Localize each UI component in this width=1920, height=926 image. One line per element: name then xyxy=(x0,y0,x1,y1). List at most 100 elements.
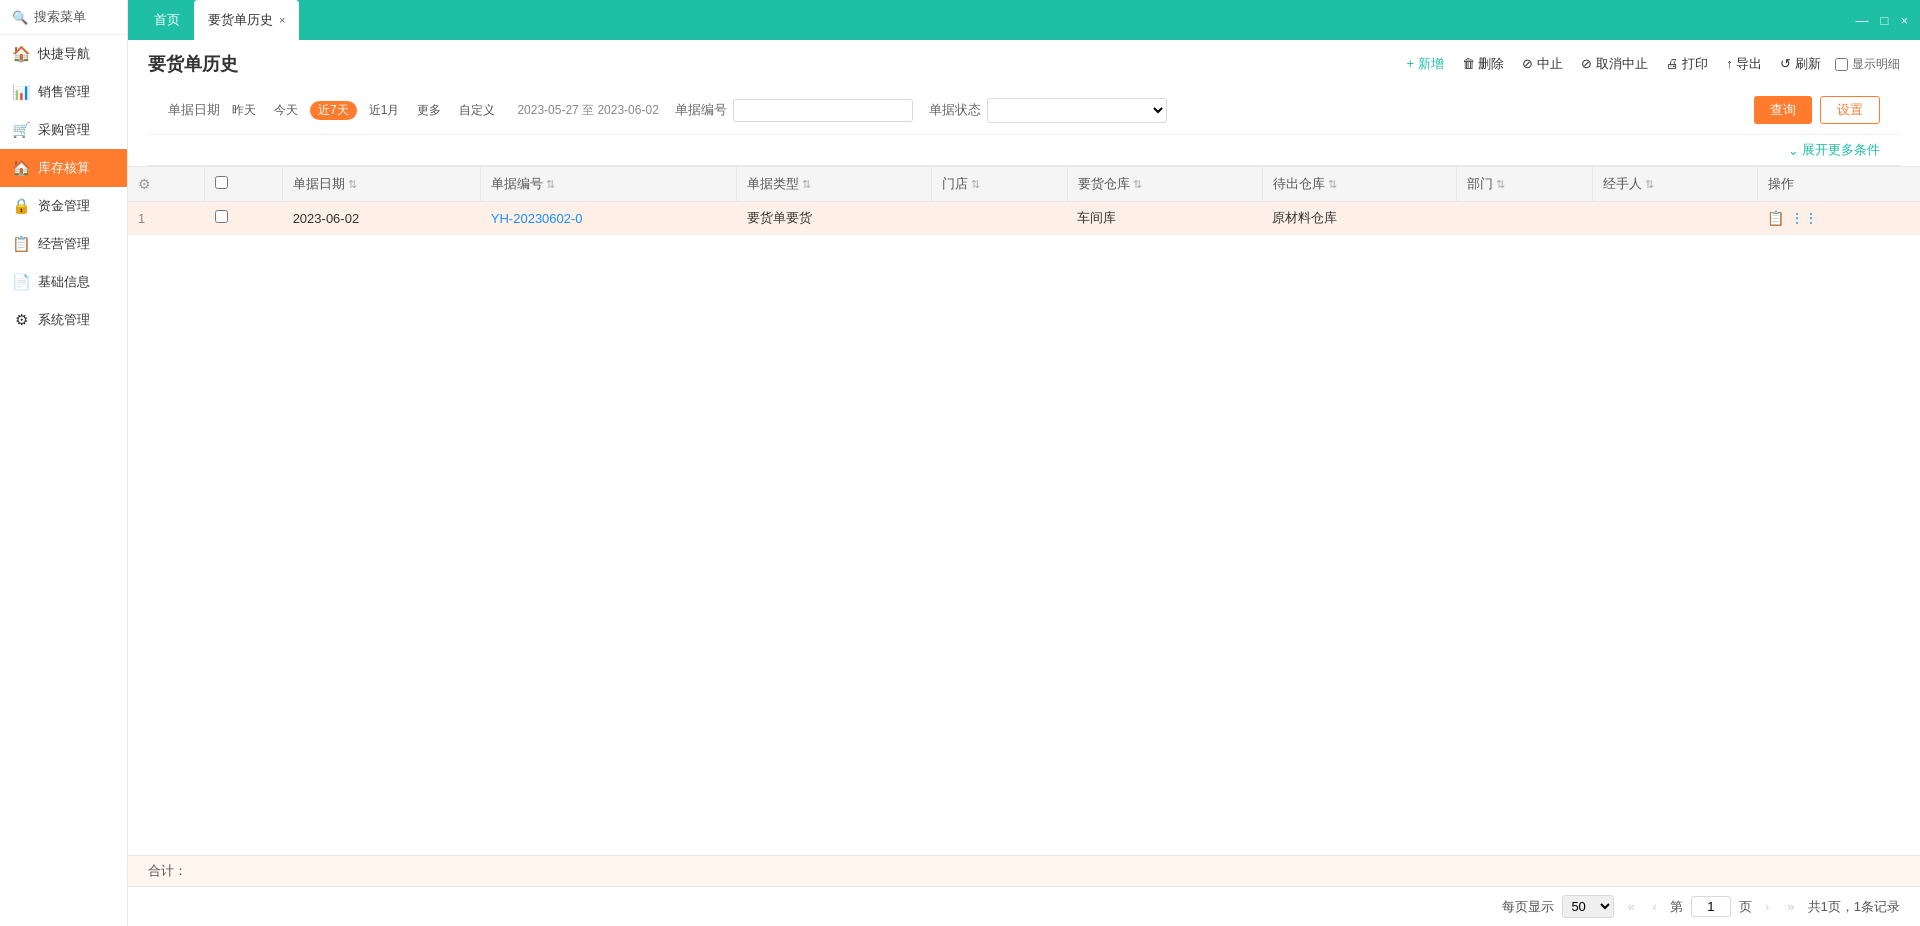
data-table: ⚙ 单据日期 单据编号 单据类型 门店 要货仓库 待出仓库 部门 经手人 操作 xyxy=(128,167,1920,235)
row-actions: 📋 ⋮⋮ xyxy=(1757,202,1920,235)
row-department xyxy=(1457,202,1592,235)
docnum-filter-group: 单据编号 xyxy=(675,99,913,122)
row-store xyxy=(932,202,1067,235)
tab-history-label: 要货单历史 xyxy=(208,11,273,29)
select-all-checkbox[interactable] xyxy=(215,176,228,189)
chevron-down-icon: ⌄ xyxy=(1788,143,1799,158)
page-title: 要货单历史 xyxy=(148,52,238,76)
inventory-icon: 🏠 xyxy=(12,159,30,177)
sidebar-item-basic-info[interactable]: 📄 基础信息 xyxy=(0,263,127,301)
show-detail-label: 显示明细 xyxy=(1852,56,1900,73)
show-detail-input[interactable] xyxy=(1835,58,1848,71)
date-filter-label: 单据日期 xyxy=(168,101,220,119)
stop-button[interactable]: ⊘ 中止 xyxy=(1518,53,1567,75)
export-button[interactable]: ↑ 导出 xyxy=(1722,53,1766,75)
purchase-icon: 🛒 xyxy=(12,121,30,139)
expand-label: 展开更多条件 xyxy=(1802,141,1880,159)
table-row[interactable]: 1 2023-06-02 YH-20230602-0 要货单要货 车间库 原材料… xyxy=(128,202,1920,235)
col-store[interactable]: 门店 xyxy=(932,167,1067,202)
cancel-stop-button[interactable]: ⊘ 取消中止 xyxy=(1577,53,1652,75)
sidebar-item-quick-nav[interactable]: 🏠 快捷导航 xyxy=(0,35,127,73)
window-maximize-icon[interactable]: □ xyxy=(1881,13,1889,28)
row-more-icon[interactable]: ⋮⋮ xyxy=(1790,210,1818,226)
topbar-right: — □ × xyxy=(1856,13,1908,28)
col-settings[interactable]: ⚙ xyxy=(128,167,205,202)
col-department[interactable]: 部门 xyxy=(1457,167,1592,202)
tab-home[interactable]: 首页 xyxy=(140,0,194,40)
last-page-button[interactable]: » xyxy=(1782,897,1799,916)
sidebar-label-basic-info: 基础信息 xyxy=(38,273,90,291)
row-index: 1 xyxy=(128,202,205,235)
tab-close-icon[interactable]: × xyxy=(279,14,285,26)
sidebar: 🔍 搜索菜单 🏠 快捷导航 📊 销售管理 🛒 采购管理 🏠 库存核算 🔒 资金管… xyxy=(0,0,128,926)
prev-page-button[interactable]: ‹ xyxy=(1648,897,1662,916)
delete-button[interactable]: 🗑 删除 xyxy=(1458,53,1509,75)
date-range-display: 2023-05-27 至 2023-06-02 xyxy=(517,102,658,119)
tab-home-label: 首页 xyxy=(154,11,180,29)
row-edit-icon[interactable]: 📋 xyxy=(1767,210,1784,226)
add-button[interactable]: + 新增 xyxy=(1403,53,1448,75)
col-doctype[interactable]: 单据类型 xyxy=(737,167,932,202)
date-btn-custom[interactable]: 自定义 xyxy=(453,101,501,120)
expand-button[interactable]: ⌄ 展开更多条件 xyxy=(1788,141,1880,159)
col-date[interactable]: 单据日期 xyxy=(283,167,481,202)
filter-row: 单据日期 昨天 今天 近7天 近1月 更多 自定义 2023-05-27 至 2… xyxy=(148,86,1900,135)
col-handler[interactable]: 经手人 xyxy=(1592,167,1757,202)
sidebar-search[interactable]: 🔍 搜索菜单 xyxy=(0,0,127,35)
next-page-button[interactable]: › xyxy=(1760,897,1774,916)
window-minimize-icon[interactable]: — xyxy=(1856,13,1869,28)
row-date: 2023-06-02 xyxy=(283,202,481,235)
sidebar-label-purchase: 采购管理 xyxy=(38,121,90,139)
sidebar-label-quick-nav: 快捷导航 xyxy=(38,45,90,63)
docnum-input[interactable] xyxy=(733,99,913,122)
col-pending-warehouse[interactable]: 待出仓库 xyxy=(1262,167,1457,202)
col-docnum[interactable]: 单据编号 xyxy=(481,167,737,202)
sidebar-label-sales: 销售管理 xyxy=(38,83,90,101)
system-icon: ⚙ xyxy=(12,311,30,329)
per-page-select[interactable]: 50 100 xyxy=(1562,895,1614,918)
status-select[interactable] xyxy=(987,98,1167,123)
print-button[interactable]: 🖨 打印 xyxy=(1662,53,1713,75)
sidebar-item-purchase[interactable]: 🛒 采购管理 xyxy=(0,111,127,149)
date-btn-today[interactable]: 今天 xyxy=(268,101,304,120)
per-page-label: 每页显示 xyxy=(1502,898,1554,916)
page-suffix-label: 页 xyxy=(1739,898,1752,916)
row-doctype: 要货单要货 xyxy=(737,202,932,235)
sidebar-label-inventory: 库存核算 xyxy=(38,159,90,177)
sidebar-item-sales[interactable]: 📊 销售管理 xyxy=(0,73,127,111)
date-filter-group: 单据日期 昨天 今天 近7天 近1月 更多 自定义 xyxy=(168,101,501,120)
sidebar-search-label: 搜索菜单 xyxy=(34,8,86,26)
total-label: 合计： xyxy=(148,862,187,880)
date-btn-yesterday[interactable]: 昨天 xyxy=(226,101,262,120)
table-area: ⚙ 单据日期 单据编号 单据类型 门店 要货仓库 待出仓库 部门 经手人 操作 xyxy=(128,167,1920,855)
query-button[interactable]: 查询 xyxy=(1754,96,1812,124)
sidebar-item-operations[interactable]: 📋 经营管理 xyxy=(0,225,127,263)
window-close-icon[interactable]: × xyxy=(1900,13,1908,28)
date-btn-7days[interactable]: 近7天 xyxy=(310,101,357,120)
sidebar-item-system[interactable]: ⚙ 系统管理 xyxy=(0,301,127,339)
sidebar-item-finance[interactable]: 🔒 资金管理 xyxy=(0,187,127,225)
row-pending-warehouse: 原材料仓库 xyxy=(1262,202,1457,235)
col-checkbox[interactable] xyxy=(205,167,283,202)
row-check[interactable] xyxy=(215,210,228,223)
topbar: 首页 要货单历史 × — □ × xyxy=(128,0,1920,40)
page-number-input[interactable] xyxy=(1691,896,1731,917)
pagination: 每页显示 50 100 « ‹ 第 页 › » 共1页，1条记录 xyxy=(128,886,1920,926)
row-checkbox[interactable] xyxy=(205,202,283,235)
basic-info-icon: 📄 xyxy=(12,273,30,291)
first-page-button[interactable]: « xyxy=(1622,897,1639,916)
show-detail-checkbox[interactable]: 显示明细 xyxy=(1835,56,1900,73)
tab-history[interactable]: 要货单历史 × xyxy=(194,0,299,40)
row-docnum[interactable]: YH-20230602-0 xyxy=(481,202,737,235)
refresh-button[interactable]: ↺ 刷新 xyxy=(1776,53,1825,75)
table-footer: 合计： xyxy=(128,855,1920,886)
settings-button[interactable]: 设置 xyxy=(1820,96,1880,124)
col-req-warehouse[interactable]: 要货仓库 xyxy=(1067,167,1262,202)
docnum-label: 单据编号 xyxy=(675,101,727,119)
date-btn-more[interactable]: 更多 xyxy=(411,101,447,120)
date-btn-1month[interactable]: 近1月 xyxy=(363,101,406,120)
sidebar-item-inventory[interactable]: 🏠 库存核算 xyxy=(0,149,127,187)
home-icon: 🏠 xyxy=(12,45,30,63)
expand-row: ⌄ 展开更多条件 xyxy=(148,135,1900,166)
sidebar-label-finance: 资金管理 xyxy=(38,197,90,215)
